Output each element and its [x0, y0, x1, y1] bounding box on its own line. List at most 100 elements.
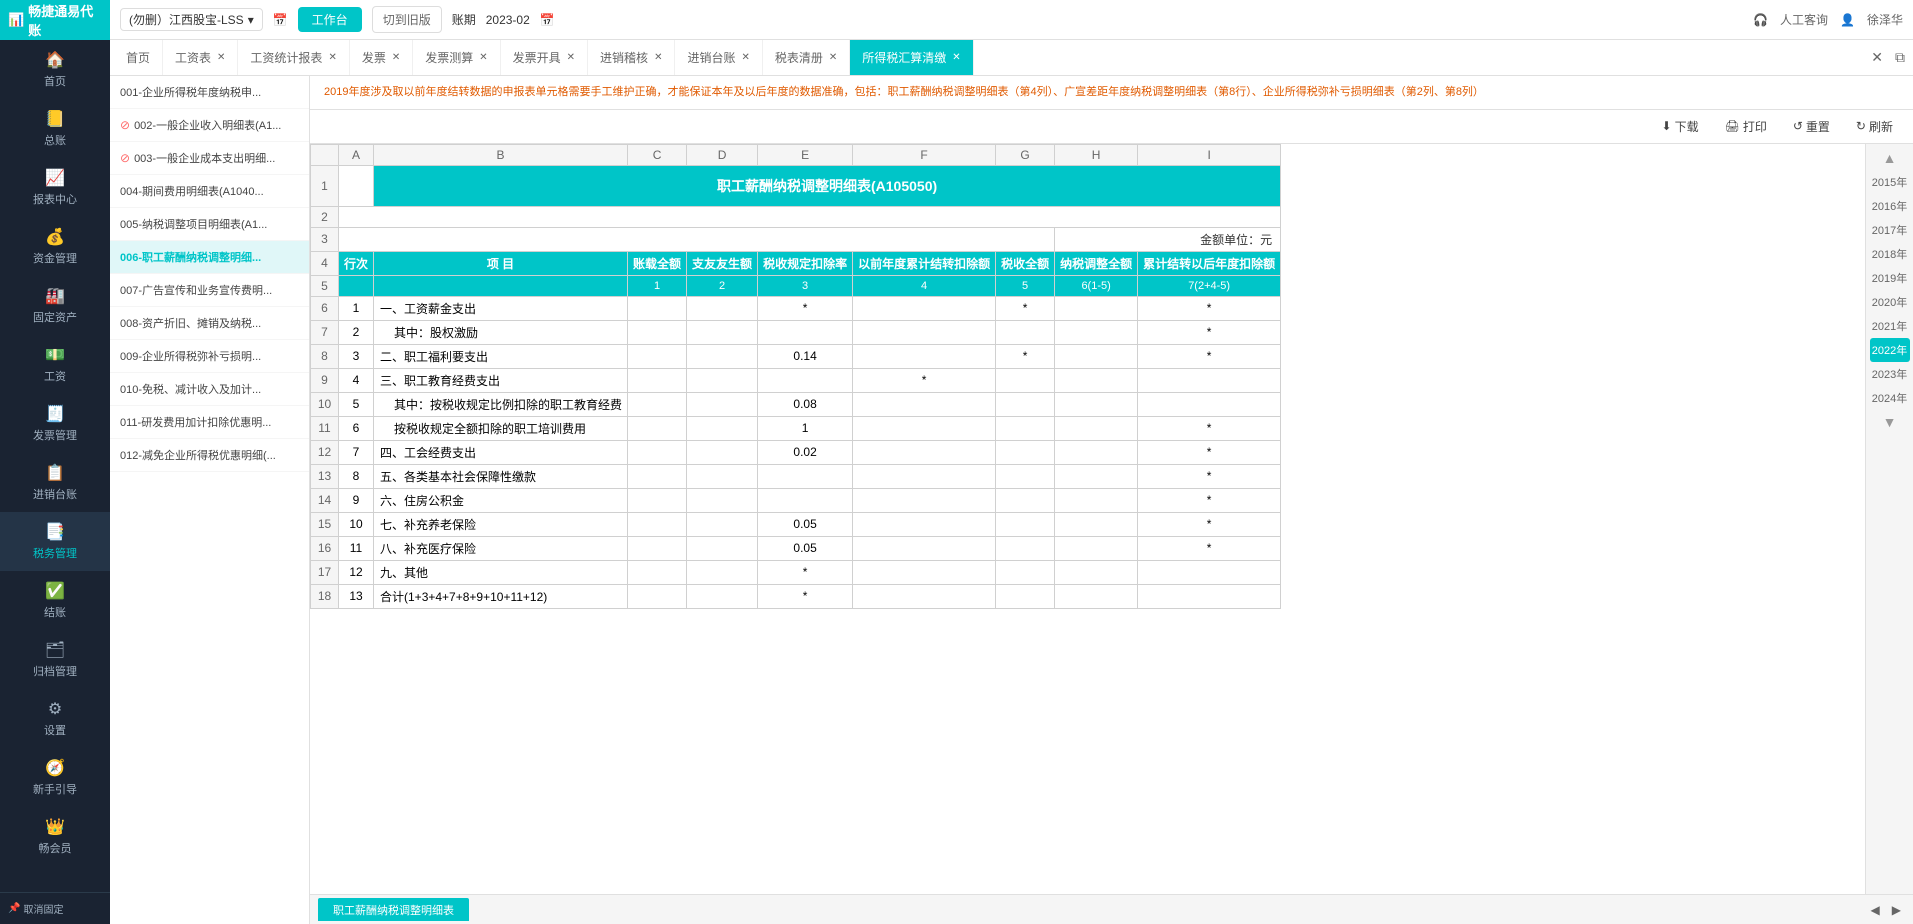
h-10[interactable] — [1055, 392, 1138, 416]
f-12[interactable] — [853, 440, 996, 464]
e-8[interactable]: 0.14 — [758, 344, 853, 368]
c-12[interactable] — [628, 440, 687, 464]
sidebar-item-general[interactable]: 📒总账 — [0, 99, 110, 158]
sheet-tab-active[interactable]: 职工薪酬纳税调整明细表 — [318, 898, 469, 921]
f-9[interactable]: * — [853, 368, 996, 392]
g-7[interactable] — [996, 320, 1055, 344]
tab-close-icon[interactable]: ✕ — [952, 52, 960, 63]
h-11[interactable] — [1055, 416, 1138, 440]
g-8[interactable]: * — [996, 344, 1055, 368]
sidebar-item-member[interactable]: 👑畅会员 — [0, 807, 110, 866]
g-18[interactable] — [996, 584, 1055, 608]
e-11[interactable]: 1 — [758, 416, 853, 440]
g-16[interactable] — [996, 536, 1055, 560]
tab-进销稽核[interactable]: 进销稽核✕ — [588, 40, 675, 76]
form-list-item-004[interactable]: 004-期间费用明细表(A1040... — [110, 175, 309, 208]
tab-税表清册[interactable]: 税表清册✕ — [763, 40, 850, 76]
tab-首页[interactable]: 首页 — [114, 40, 163, 76]
sidebar-item-settle[interactable]: ✅结账 — [0, 571, 110, 630]
h-17[interactable] — [1055, 560, 1138, 584]
refresh-button[interactable]: ↻ 刷新 — [1850, 116, 1899, 137]
sidebar-item-report[interactable]: 📈报表中心 — [0, 158, 110, 217]
year-btn-2020年[interactable]: 2020年 — [1870, 290, 1910, 314]
f-10[interactable] — [853, 392, 996, 416]
i-7[interactable]: * — [1138, 320, 1281, 344]
form-list-item-009[interactable]: 009-企业所得税弥补亏损明... — [110, 340, 309, 373]
f-18[interactable] — [853, 584, 996, 608]
g-17[interactable] — [996, 560, 1055, 584]
company-select[interactable]: (勿删）江西股宝-LSS ▾ — [120, 8, 263, 31]
year-btn-2019年[interactable]: 2019年 — [1870, 266, 1910, 290]
h-7[interactable] — [1055, 320, 1138, 344]
g-13[interactable] — [996, 464, 1055, 488]
f-17[interactable] — [853, 560, 996, 584]
year-btn-2016年[interactable]: 2016年 — [1870, 194, 1910, 218]
i-18[interactable] — [1138, 584, 1281, 608]
tab-close-icon[interactable]: ✕ — [328, 52, 336, 63]
year-btn-2018年[interactable]: 2018年 — [1870, 242, 1910, 266]
i-6[interactable]: * — [1138, 296, 1281, 320]
c-16[interactable] — [628, 536, 687, 560]
c-13[interactable] — [628, 464, 687, 488]
tab-发票开具[interactable]: 发票开具✕ — [501, 40, 588, 76]
sidebar-item-tax[interactable]: 📑税务管理 — [0, 512, 110, 571]
i-10[interactable] — [1138, 392, 1281, 416]
e-7[interactable] — [758, 320, 853, 344]
tab-close-icon[interactable]: ✕ — [654, 52, 662, 63]
year-nav-down[interactable]: ▼ — [1881, 412, 1899, 432]
tab-进销台账[interactable]: 进销台账✕ — [675, 40, 762, 76]
h-14[interactable] — [1055, 488, 1138, 512]
d-8[interactable] — [687, 344, 758, 368]
e-14[interactable] — [758, 488, 853, 512]
h-8[interactable] — [1055, 344, 1138, 368]
g-10[interactable] — [996, 392, 1055, 416]
year-btn-2021年[interactable]: 2021年 — [1870, 314, 1910, 338]
f-13[interactable] — [853, 464, 996, 488]
year-btn-2023年[interactable]: 2023年 — [1870, 362, 1910, 386]
d-17[interactable] — [687, 560, 758, 584]
d-11[interactable] — [687, 416, 758, 440]
i-9[interactable] — [1138, 368, 1281, 392]
c-9[interactable] — [628, 368, 687, 392]
g-11[interactable] — [996, 416, 1055, 440]
year-btn-2015年[interactable]: 2015年 — [1870, 170, 1910, 194]
h-15[interactable] — [1055, 512, 1138, 536]
e-10[interactable]: 0.08 — [758, 392, 853, 416]
i-14[interactable]: * — [1138, 488, 1281, 512]
h-13[interactable] — [1055, 464, 1138, 488]
h-18[interactable] — [1055, 584, 1138, 608]
form-list-item-008[interactable]: 008-资产折旧、摊销及纳税... — [110, 307, 309, 340]
c-7[interactable] — [628, 320, 687, 344]
workspace-button[interactable]: 工作台 — [298, 7, 362, 32]
f-16[interactable] — [853, 536, 996, 560]
sidebar-item-home[interactable]: 🏠首页 — [0, 40, 110, 99]
e-9[interactable] — [758, 368, 853, 392]
tab-close-icon[interactable]: ✕ — [741, 52, 749, 63]
i-15[interactable]: * — [1138, 512, 1281, 536]
form-list-item-002[interactable]: ⊘002-一般企业收入明细表(A1... — [110, 109, 309, 142]
scroll-right-icon[interactable]: ▶ — [1888, 903, 1905, 917]
form-list-item-001[interactable]: 001-企业所得税年度纳税申... — [110, 76, 309, 109]
e-16[interactable]: 0.05 — [758, 536, 853, 560]
i-11[interactable]: * — [1138, 416, 1281, 440]
c-14[interactable] — [628, 488, 687, 512]
f-6[interactable] — [853, 296, 996, 320]
g-6[interactable]: * — [996, 296, 1055, 320]
d-9[interactable] — [687, 368, 758, 392]
d-10[interactable] — [687, 392, 758, 416]
sidebar-item-fixed[interactable]: 🏭固定资产 — [0, 276, 110, 335]
scroll-left-icon[interactable]: ◀ — [1867, 903, 1884, 917]
i-8[interactable]: * — [1138, 344, 1281, 368]
e-15[interactable]: 0.05 — [758, 512, 853, 536]
d-13[interactable] — [687, 464, 758, 488]
f-14[interactable] — [853, 488, 996, 512]
year-btn-2017年[interactable]: 2017年 — [1870, 218, 1910, 242]
e-6[interactable]: * — [758, 296, 853, 320]
h-16[interactable] — [1055, 536, 1138, 560]
g-9[interactable] — [996, 368, 1055, 392]
tab-close-icon[interactable]: ✕ — [479, 52, 487, 63]
d-12[interactable] — [687, 440, 758, 464]
c-15[interactable] — [628, 512, 687, 536]
form-list-item-006[interactable]: 006-职工薪酬纳税调整明细... — [110, 241, 309, 274]
tab-工资统计报表[interactable]: 工资统计报表✕ — [238, 40, 349, 76]
